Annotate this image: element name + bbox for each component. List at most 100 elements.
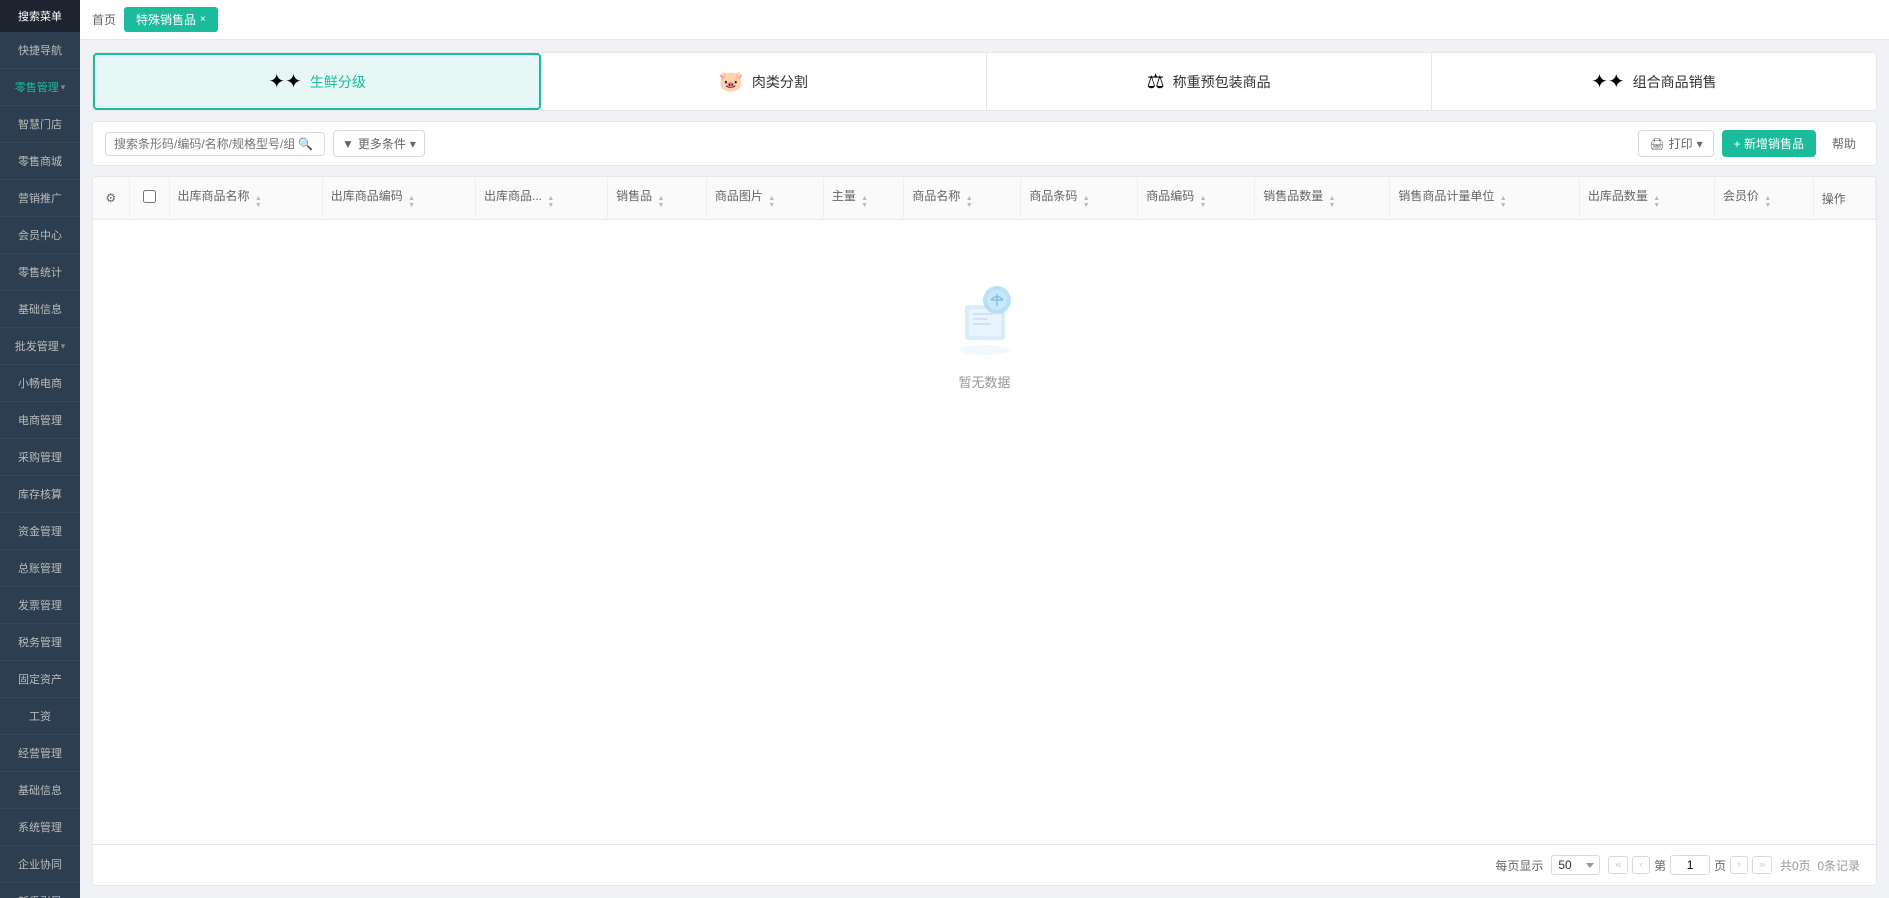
sidebar-logo[interactable]: 搜索菜单 (0, 0, 80, 32)
search-box: 🔍 (105, 132, 325, 156)
sidebar-item-mini-ecom[interactable]: 小畅电商 (0, 365, 80, 402)
th-sale-unit[interactable]: 销售商品计量单位 ▲▼ (1390, 177, 1580, 220)
weight-package-icon: ⚖ (1147, 69, 1165, 94)
sidebar-item-retail-mgmt[interactable]: 零售管理 ▾ (0, 69, 80, 106)
sidebar-item-purchase-mgmt[interactable]: 采购管理 (0, 439, 80, 476)
sidebar: 搜索菜单 快捷导航 零售管理 ▾ 智慧门店 零售商城 营销推广 会员中心 零售统… (0, 0, 80, 898)
filter-icon: ▼ (342, 137, 354, 151)
th-sale-qty[interactable]: 销售品数量 ▲▼ (1255, 177, 1390, 220)
help-button[interactable]: 帮助 (1824, 131, 1864, 156)
sidebar-item-biz-mgmt[interactable]: 经营管理 (0, 735, 80, 772)
th-sale-item[interactable]: 销售品 ▲▼ (608, 177, 707, 220)
th-member-price[interactable]: 会员价 ▲▼ (1714, 177, 1813, 220)
sidebar-item-tax-mgmt[interactable]: 税务管理 (0, 624, 80, 661)
cat-tab-weight-package-label: 称重预包装商品 (1173, 72, 1271, 92)
table-wrap: ⚙ 出库商品名称 ▲▼ 出库商品编码 ▲▼ (93, 177, 1876, 844)
per-page-select[interactable]: 50 10 20 100 (1551, 855, 1600, 875)
sort-icon-9: ▲▼ (1200, 195, 1207, 209)
sidebar-item-sys-mgmt[interactable]: 系统管理 (0, 809, 80, 846)
print-button[interactable]: 🖨 打印 ▾ (1638, 130, 1713, 157)
topbar: 首页 特殊销售品 × (80, 0, 1889, 40)
search-input[interactable] (114, 137, 294, 151)
th-product-img[interactable]: 商品图片 ▲▼ (706, 177, 823, 220)
sort-icon-8: ▲▼ (1083, 195, 1090, 209)
sidebar-item-sales-promo[interactable]: 营销推广 (0, 180, 80, 217)
data-table: ⚙ 出库商品名称 ▲▼ 出库商品编码 ▲▼ (93, 177, 1876, 220)
sort-icon-4: ▲▼ (657, 195, 664, 209)
print-arrow-icon: ▾ (1697, 137, 1703, 151)
main-content: 首页 特殊销售品 × ✦✦ 生鲜分级 🐷 肉类分割 ⚖ 称重预包装商品 ✦✦ 组… (80, 0, 1889, 898)
add-button[interactable]: + 新增销售品 (1722, 130, 1816, 157)
per-page-label: 每页显示 (1495, 857, 1543, 874)
sort-icon: ▲▼ (255, 195, 262, 209)
sidebar-item-invoice-mgmt[interactable]: 发票管理 (0, 587, 80, 624)
sort-icon-7: ▲▼ (966, 195, 973, 209)
cat-tab-meat-cut[interactable]: 🐷 肉类分割 (541, 53, 986, 110)
chevron-down-icon-2: ▾ (61, 341, 66, 352)
filter-label: 更多条件 (358, 135, 406, 152)
sidebar-item-basic-info2[interactable]: 基础信息 (0, 772, 80, 809)
table-header-row: ⚙ 出库商品名称 ▲▼ 出库商品编码 ▲▼ (93, 177, 1876, 220)
empty-state: 暂无数据 (93, 220, 1876, 451)
sidebar-item-fund-mgmt[interactable]: 资金管理 (0, 513, 80, 550)
first-page-button[interactable]: « (1608, 856, 1628, 874)
sidebar-item-wholesale-mgmt[interactable]: 批发管理 ▾ (0, 328, 80, 365)
th-out-qty[interactable]: 出库品数量 ▲▼ (1579, 177, 1714, 220)
sidebar-item-fixed-assets[interactable]: 固定资产 (0, 661, 80, 698)
sidebar-item-retail-stats[interactable]: 零售统计 (0, 254, 80, 291)
sidebar-item-ledger-mgmt[interactable]: 总账管理 (0, 550, 80, 587)
print-icon: 🖨 (1649, 137, 1664, 151)
sidebar-item-quick-nav[interactable]: 快捷导航 (0, 32, 80, 69)
th-out-code[interactable]: 出库商品编码 ▲▼ (322, 177, 475, 220)
sidebar-item-ecom-mgmt[interactable]: 电商管理 (0, 402, 80, 439)
topbar-home-link[interactable]: 首页 (92, 11, 116, 28)
page-total: 共0页 0条记录 (1780, 857, 1860, 874)
fresh-grade-icon: ✦✦ (268, 69, 302, 94)
meat-cut-icon: 🐷 (719, 69, 744, 94)
sidebar-item-smart-store[interactable]: 智慧门店 (0, 106, 80, 143)
sort-icon-12: ▲▼ (1653, 195, 1660, 209)
next-page-button[interactable]: › (1730, 856, 1748, 874)
add-button-label: + 新增销售品 (1734, 135, 1804, 152)
th-barcode[interactable]: 商品条码 ▲▼ (1021, 177, 1138, 220)
th-checkbox (129, 177, 169, 220)
chevron-down-icon: ▾ (61, 82, 66, 93)
sidebar-item-new-guide[interactable]: 新手引导 (0, 883, 80, 898)
search-icon[interactable]: 🔍 (298, 137, 313, 151)
cat-tab-meat-cut-label: 肉类分割 (752, 72, 808, 92)
page-label: 第 (1654, 857, 1666, 874)
page-number-input[interactable] (1670, 855, 1710, 875)
th-main-weight[interactable]: 主量 ▲▼ (823, 177, 904, 220)
prev-page-button[interactable]: ‹ (1632, 856, 1650, 874)
th-product-name[interactable]: 商品名称 ▲▼ (904, 177, 1021, 220)
cat-tab-weight-package[interactable]: ⚖ 称重预包装商品 (987, 53, 1432, 110)
sidebar-item-basic-info[interactable]: 基础信息 (0, 291, 80, 328)
topbar-tab-label: 特殊销售品 (136, 11, 196, 28)
cat-tab-fresh-grade-label: 生鲜分级 (310, 72, 366, 92)
select-all-checkbox[interactable] (143, 190, 156, 203)
toolbar: 🔍 ▼ 更多条件 ▾ 🖨 打印 ▾ + 新增销售品 帮助 (92, 121, 1877, 166)
sidebar-item-member-center[interactable]: 会员中心 (0, 217, 80, 254)
cat-tab-combo-sales-label: 组合商品销售 (1633, 72, 1717, 92)
th-out-spec[interactable]: 出库商品... ▲▼ (476, 177, 608, 220)
last-page-button[interactable]: » (1752, 856, 1772, 874)
cat-tab-fresh-grade[interactable]: ✦✦ 生鲜分级 (93, 53, 541, 110)
toolbar-left: 🔍 ▼ 更多条件 ▾ (105, 130, 425, 157)
cat-tab-combo-sales[interactable]: ✦✦ 组合商品销售 (1432, 53, 1876, 110)
th-out-name[interactable]: 出库商品名称 ▲▼ (169, 177, 322, 220)
topbar-active-tab[interactable]: 特殊销售品 × (124, 7, 218, 32)
th-action: 操作 (1813, 177, 1875, 220)
filter-button[interactable]: ▼ 更多条件 ▾ (333, 130, 425, 157)
page-suffix: 页 (1714, 857, 1726, 874)
sidebar-item-salary[interactable]: 工资 (0, 698, 80, 735)
sidebar-item-company-agreement[interactable]: 企业协同 (0, 846, 80, 883)
column-settings-icon[interactable]: ⚙ (105, 191, 116, 205)
sort-icon-10: ▲▼ (1329, 195, 1336, 209)
sort-icon-5: ▲▼ (768, 195, 775, 209)
combo-sales-icon: ✦✦ (1591, 69, 1625, 94)
empty-icon (945, 280, 1025, 360)
sidebar-item-retail-mall[interactable]: 零售商城 (0, 143, 80, 180)
th-product-code[interactable]: 商品编码 ▲▼ (1138, 177, 1255, 220)
sidebar-item-stock-check[interactable]: 库存核算 (0, 476, 80, 513)
topbar-tab-close[interactable]: × (200, 14, 206, 25)
